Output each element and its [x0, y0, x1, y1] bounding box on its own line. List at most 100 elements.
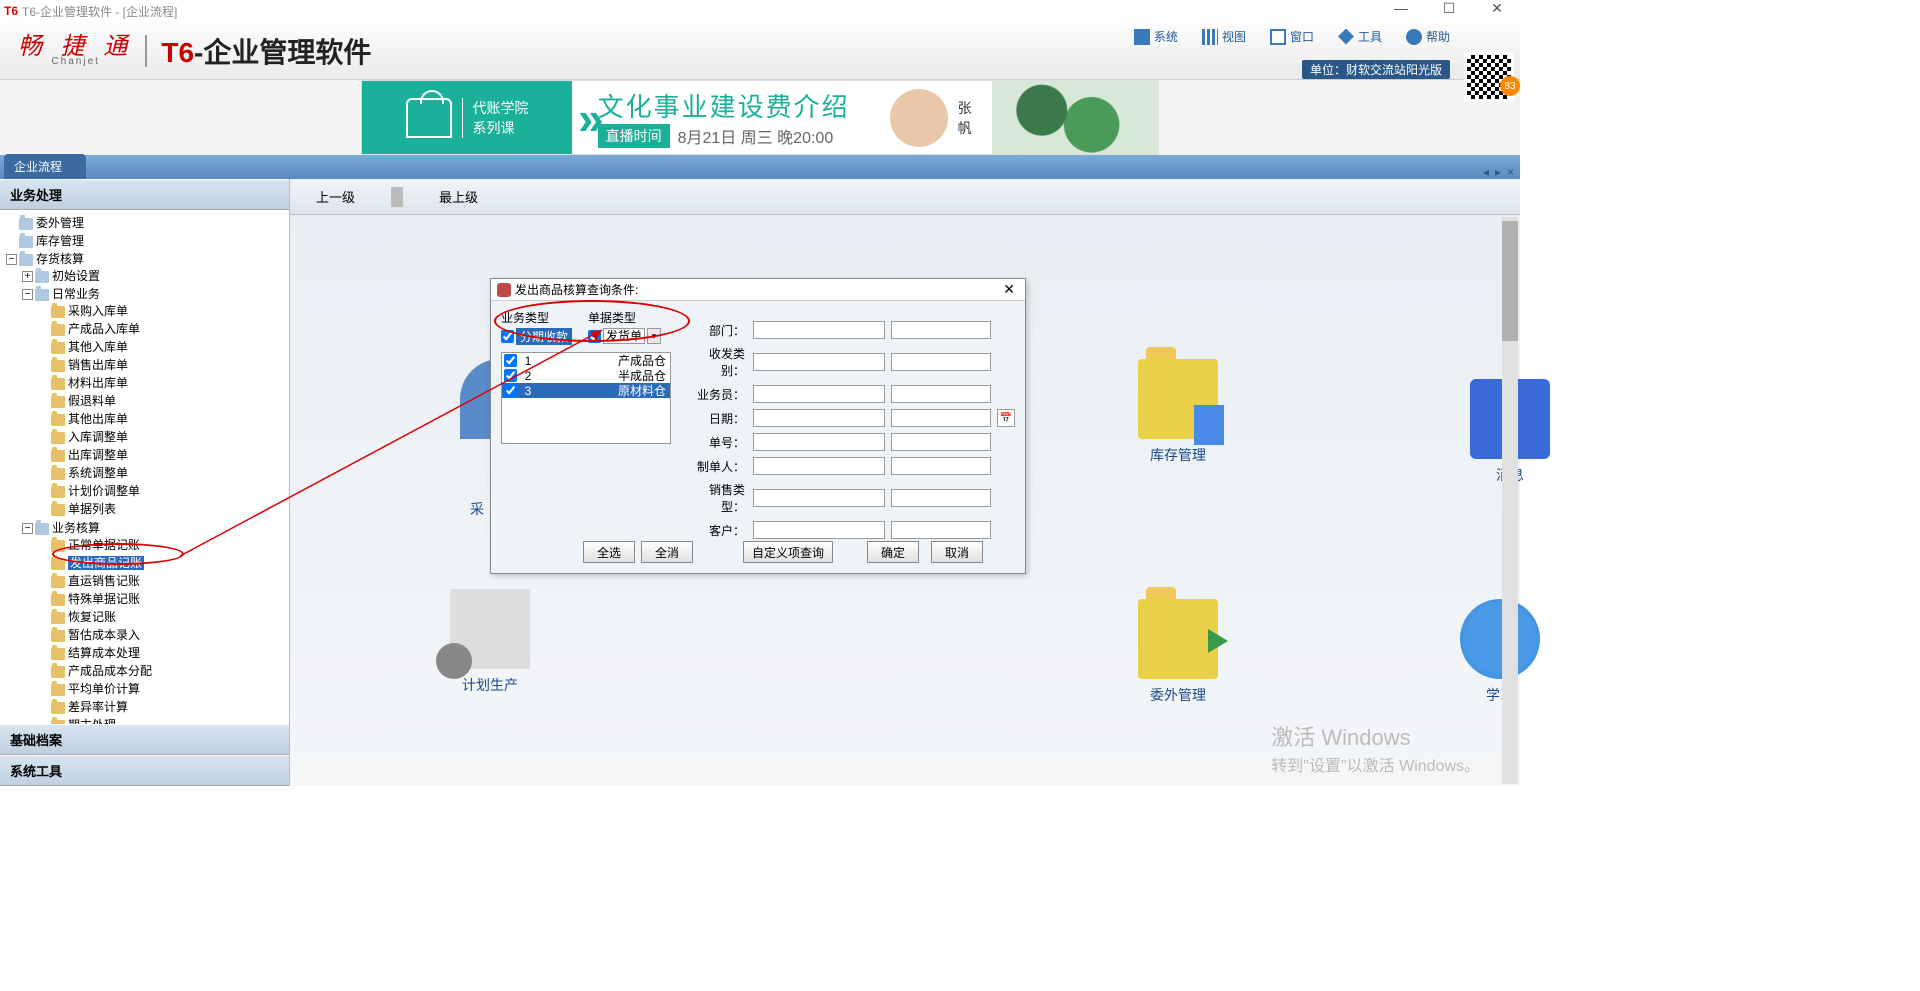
collapse-toggle[interactable]: −: [22, 523, 33, 534]
doc-type-value[interactable]: 发货单: [603, 328, 645, 344]
breadcrumb-up[interactable]: 上一级: [310, 187, 361, 206]
tree-avg-price-calc[interactable]: 平均单价计算: [68, 682, 140, 696]
warehouse-row[interactable]: 2半成品仓: [502, 368, 670, 383]
expand-toggle[interactable]: +: [22, 271, 33, 282]
tree-planprice-adjust[interactable]: 计划价调整单: [68, 484, 140, 498]
tree-fake-return[interactable]: 假退料单: [68, 394, 116, 408]
menu-tools[interactable]: 工具: [1338, 28, 1382, 45]
card-study[interactable]: 学习: [1460, 599, 1540, 705]
cancel-button[interactable]: 取消: [931, 541, 983, 563]
banner-right: 张 帆: [850, 81, 1158, 154]
input-rs-to[interactable]: [891, 353, 991, 371]
input-docno-to[interactable]: [891, 433, 991, 451]
input-maker-from[interactable]: [753, 457, 885, 475]
banner[interactable]: 代账学院 系列课 » 文化事业建设费介绍 直播时间 8月21日 周三 晚20:0…: [361, 80, 1159, 155]
tree-in-adjust[interactable]: 入库调整单: [68, 430, 128, 444]
tree-undo-posting[interactable]: 恢复记账: [68, 610, 116, 624]
doc-type-dropdown-button[interactable]: ▾: [647, 328, 661, 344]
tab-close[interactable]: ×: [1507, 165, 1514, 179]
calendar-button[interactable]: 📅: [997, 409, 1015, 427]
input-dept-to[interactable]: [891, 321, 991, 339]
input-dept-from[interactable]: [753, 321, 885, 339]
input-saletype-from[interactable]: [753, 489, 885, 507]
maximize-button[interactable]: ☐: [1434, 0, 1464, 17]
select-none-button[interactable]: 全消: [641, 541, 693, 563]
warehouse-list[interactable]: 1产成品仓 2半成品仓 3原材料仓: [501, 352, 671, 444]
card-plan-production[interactable]: 计划生产: [450, 589, 530, 695]
ok-button[interactable]: 确定: [867, 541, 919, 563]
tree-other-out[interactable]: 其他出库单: [68, 412, 128, 426]
warehouse-row-selected[interactable]: 3原材料仓: [502, 383, 670, 398]
warehouse-row[interactable]: 1产成品仓: [502, 353, 670, 368]
doc-type-checkbox[interactable]: [588, 330, 601, 343]
input-docno-from[interactable]: [753, 433, 885, 451]
tab-prev[interactable]: ◂: [1483, 165, 1489, 179]
input-rs-from[interactable]: [753, 353, 885, 371]
tree-est-cost-entry[interactable]: 暂估成本录入: [68, 628, 140, 642]
input-sales-to[interactable]: [891, 385, 991, 403]
tree-daily-biz[interactable]: 日常业务: [52, 287, 100, 301]
tree-outsource-mgmt[interactable]: 委外管理: [36, 216, 84, 230]
input-maker-to[interactable]: [891, 457, 991, 475]
file-icon: [51, 720, 65, 724]
warehouse-checkbox[interactable]: [504, 384, 517, 397]
breadcrumb-top[interactable]: 最上级: [433, 187, 484, 206]
tree-settle-cost[interactable]: 结算成本处理: [68, 646, 140, 660]
business-type-value[interactable]: 分期收款: [516, 328, 572, 345]
select-all-button[interactable]: 全选: [583, 541, 635, 563]
collapse-toggle[interactable]: −: [6, 254, 17, 265]
scrollbar-thumb[interactable]: [1502, 221, 1518, 341]
business-type-checkbox[interactable]: [501, 330, 514, 343]
input-sales-from[interactable]: [753, 385, 885, 403]
menu-help[interactable]: 帮助: [1406, 28, 1450, 45]
tree-direct-sales-posting[interactable]: 直运销售记账: [68, 574, 140, 588]
tree-normal-posting[interactable]: 正常单据记账: [68, 538, 140, 552]
tree-stock-costing[interactable]: 存货核算: [36, 252, 84, 266]
input-date-from[interactable]: [753, 409, 885, 427]
tree-special-posting[interactable]: 特殊单据记账: [68, 592, 140, 606]
sidebar-section-base[interactable]: 基础档案: [0, 724, 289, 755]
input-date-to[interactable]: [891, 409, 991, 427]
custom-query-button[interactable]: 自定义项查询: [743, 541, 833, 563]
tree-out-adjust[interactable]: 出库调整单: [68, 448, 128, 462]
card-outsource[interactable]: 委外管理: [1138, 599, 1218, 705]
file-icon: [51, 558, 65, 570]
tree-period-end[interactable]: 期末处理: [68, 718, 116, 724]
tree-diff-rate-calc[interactable]: 差异率计算: [68, 700, 128, 714]
tree-inventory-mgmt[interactable]: 库存管理: [36, 234, 84, 248]
tree-doc-list[interactable]: 单据列表: [68, 502, 116, 516]
warehouse-checkbox[interactable]: [504, 354, 517, 367]
menu-system[interactable]: 系统: [1134, 28, 1178, 45]
nav-tree[interactable]: 委外管理 库存管理 − 存货核算 + 初始设置 − 日常业务 采购入库单 产成品入库单…: [0, 210, 289, 724]
tree-issued-goods-posting[interactable]: 发出商品记账: [68, 556, 144, 570]
tree-material-out[interactable]: 材料出库单: [68, 376, 128, 390]
menu-window[interactable]: 窗口: [1270, 28, 1314, 45]
tree-purchase-in[interactable]: 采购入库单: [68, 304, 128, 318]
collapse-toggle[interactable]: −: [22, 289, 33, 300]
sidebar-section-business[interactable]: 业务处理: [0, 179, 289, 210]
tree-biz-costing[interactable]: 业务核算: [52, 521, 100, 535]
query-dialog: 发出商品核算查询条件: ✕ 业务类型 分期收款 单据类型 发货单▾ 1产成品仓: [490, 278, 1026, 574]
vertical-scrollbar[interactable]: [1502, 217, 1518, 784]
warehouse-checkbox[interactable]: [504, 369, 517, 382]
label-saletype: 销售类型：: [689, 481, 745, 515]
menu-view[interactable]: 视图: [1202, 28, 1246, 45]
tree-other-in[interactable]: 其他入库单: [68, 340, 128, 354]
input-cust-from[interactable]: [753, 521, 885, 539]
tab-enterprise-flow[interactable]: 企业流程: [4, 154, 86, 179]
tree-sys-adjust[interactable]: 系统调整单: [68, 466, 128, 480]
tab-next[interactable]: ▸: [1495, 165, 1501, 179]
close-button[interactable]: ✕: [1482, 0, 1512, 17]
card-inventory[interactable]: 库存管理: [1138, 359, 1218, 465]
input-cust-to[interactable]: [891, 521, 991, 539]
minimize-button[interactable]: —: [1386, 0, 1416, 17]
tree-init-setup[interactable]: 初始设置: [52, 269, 100, 283]
tree-finished-in[interactable]: 产成品入库单: [68, 322, 140, 336]
input-saletype-to[interactable]: [891, 489, 991, 507]
sidebar-section-sys[interactable]: 系统工具: [0, 755, 289, 786]
card-purchase[interactable]: 采: [470, 499, 484, 519]
tree-finished-cost-alloc[interactable]: 产成品成本分配: [68, 664, 152, 678]
dialog-close-button[interactable]: ✕: [999, 281, 1019, 298]
tree-sales-out[interactable]: 销售出库单: [68, 358, 128, 372]
dialog-titlebar[interactable]: 发出商品核算查询条件: ✕: [491, 279, 1025, 301]
